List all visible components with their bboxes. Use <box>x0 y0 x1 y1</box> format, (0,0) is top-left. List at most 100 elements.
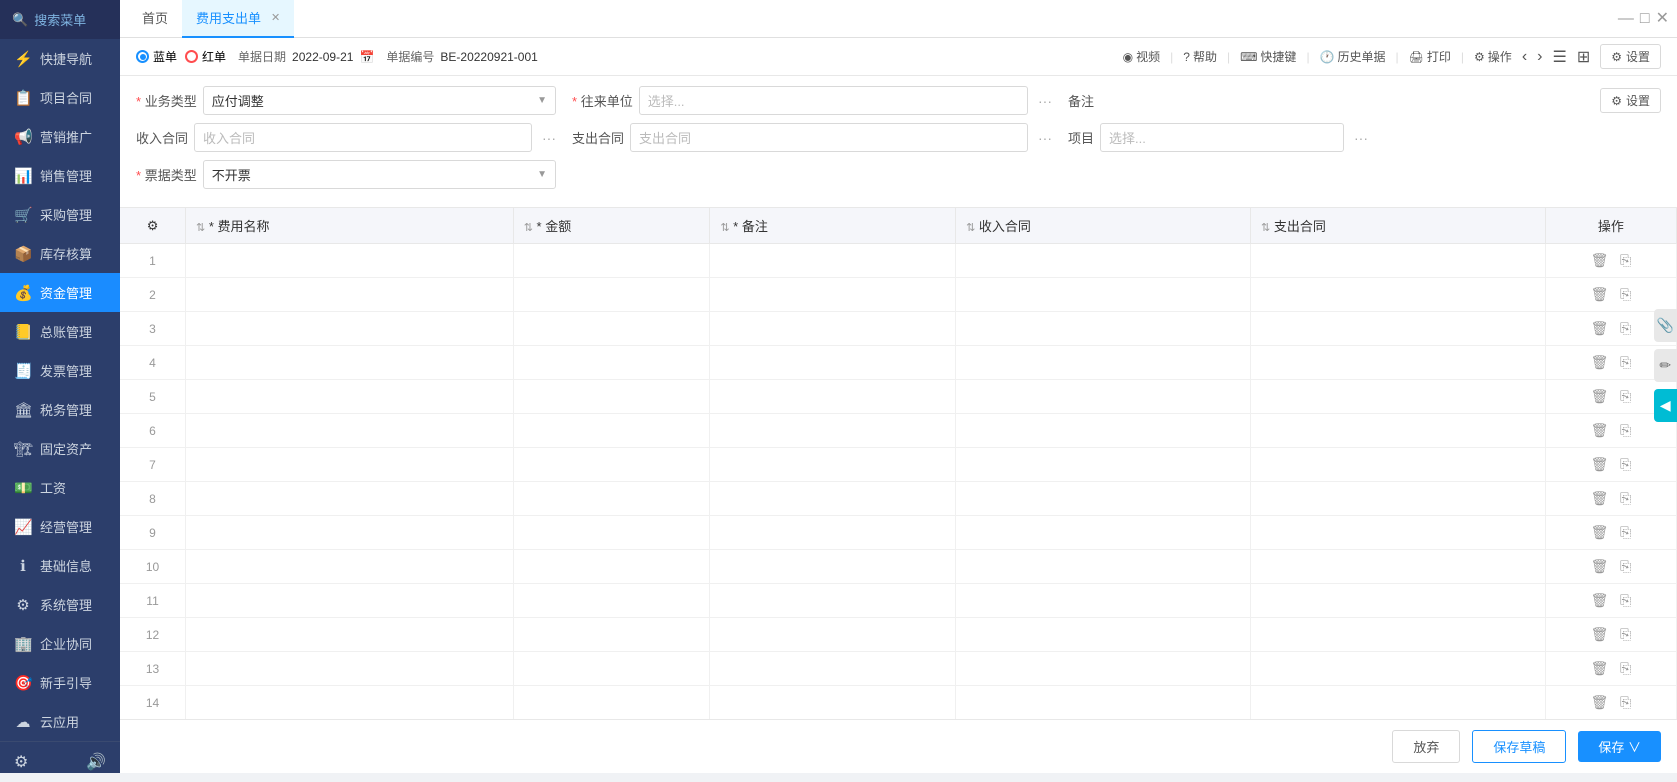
row-income-contract[interactable] <box>956 278 1251 312</box>
sidebar-item-ledger[interactable]: 📒 总账管理 <box>0 312 120 351</box>
sidebar-item-quick-nav[interactable]: ⚡ 快捷导航 <box>0 39 120 78</box>
view-list-btn[interactable]: ☰ <box>1552 47 1566 67</box>
th-note-sort[interactable]: ⇅ <box>720 222 729 234</box>
row-note[interactable] <box>710 380 956 414</box>
tab-close-icon[interactable]: ✕ <box>271 11 280 24</box>
row-note[interactable] <box>710 652 956 686</box>
row-amount[interactable] <box>513 346 710 380</box>
tab-expense-voucher[interactable]: 费用支出单 ✕ <box>182 0 294 38</box>
sidebar-item-payroll[interactable]: 💵 工资 <box>0 468 120 507</box>
sidebar-item-enterprise[interactable]: 🏢 企业协同 <box>0 624 120 663</box>
th-note[interactable]: ⇅ * 备注 <box>710 208 956 244</box>
operation-btn[interactable]: ⚙ 操作 <box>1474 48 1512 65</box>
row-income-contract[interactable] <box>956 244 1251 278</box>
th-income-contract[interactable]: ⇅ 收入合同 <box>956 208 1251 244</box>
row-expense-contract[interactable] <box>1250 244 1545 278</box>
radio-blue[interactable]: 蓝单 <box>136 48 177 65</box>
row-name[interactable] <box>186 380 514 414</box>
row-income-contract[interactable] <box>956 346 1251 380</box>
sidebar-item-basic-info[interactable]: ℹ 基础信息 <box>0 546 120 585</box>
row-expense-contract[interactable] <box>1250 414 1545 448</box>
row-amount[interactable] <box>513 482 710 516</box>
tab-home[interactable]: 首页 <box>128 0 182 38</box>
th-amount[interactable]: ⇅ * 金额 <box>513 208 710 244</box>
row-expense-contract[interactable] <box>1250 380 1545 414</box>
row-name[interactable] <box>186 346 514 380</box>
expense-contract-input[interactable]: 支出合同 <box>630 123 1028 152</box>
row-note[interactable] <box>710 686 956 720</box>
settings-button[interactable]: ⚙ 设置 <box>1600 44 1661 69</box>
row-name[interactable] <box>186 448 514 482</box>
row-delete-btn[interactable]: 🗑 <box>1587 590 1613 611</box>
shortcut-btn[interactable]: ⌨ 快捷键 <box>1240 48 1296 65</box>
rfb-teal[interactable]: ◀ <box>1654 389 1677 422</box>
row-delete-btn[interactable]: 🗑 <box>1587 386 1613 407</box>
business-type-input[interactable]: 应付调整 ▼ <box>203 86 556 115</box>
row-copy-btn[interactable]: ⎘ <box>1616 352 1635 373</box>
th-expense-contract[interactable]: ⇅ 支出合同 <box>1250 208 1545 244</box>
row-amount[interactable] <box>513 686 710 720</box>
row-copy-btn[interactable]: ⎘ <box>1616 284 1635 305</box>
sidebar-item-purchase[interactable]: 🛒 采购管理 <box>0 195 120 234</box>
row-income-contract[interactable] <box>956 618 1251 652</box>
view-grid-btn[interactable]: ⊞ <box>1577 47 1590 67</box>
sidebar-item-cloud[interactable]: ☁ 云应用 <box>0 702 120 741</box>
row-copy-btn[interactable]: ⎘ <box>1616 522 1635 543</box>
row-note[interactable] <box>710 312 956 346</box>
counterpart-more-icon[interactable]: ··· <box>1038 93 1052 109</box>
row-delete-btn[interactable]: 🗑 <box>1587 488 1613 509</box>
sidebar-item-new-guide[interactable]: 🎯 新手引导 <box>0 663 120 702</box>
row-delete-btn[interactable]: 🗑 <box>1587 658 1613 679</box>
project-more-icon[interactable]: ··· <box>1354 130 1368 146</box>
row-copy-btn[interactable]: ⎘ <box>1616 420 1635 441</box>
sidebar-search[interactable]: 🔍 搜索菜单 <box>0 0 120 39</box>
invoice-type-input[interactable]: 不开票 ▼ <box>203 160 556 189</box>
row-name[interactable] <box>186 584 514 618</box>
row-note[interactable] <box>710 414 956 448</box>
row-name[interactable] <box>186 482 514 516</box>
row-amount[interactable] <box>513 244 710 278</box>
sidebar-item-inventory[interactable]: 📦 库存核算 <box>0 234 120 273</box>
row-income-contract[interactable] <box>956 652 1251 686</box>
save-button[interactable]: 保存 ∨ <box>1578 731 1661 762</box>
rfb-edit[interactable]: ✏ <box>1654 349 1677 382</box>
sidebar-item-project-contract[interactable]: 📋 项目合同 <box>0 78 120 117</box>
row-amount[interactable] <box>513 652 710 686</box>
expense-contract-more-icon[interactable]: ··· <box>1038 130 1052 146</box>
row-name[interactable] <box>186 244 514 278</box>
row-copy-btn[interactable]: ⎘ <box>1616 658 1635 679</box>
calendar-icon[interactable]: 📅 <box>359 50 374 64</box>
th-name[interactable]: ⇅ * 费用名称 <box>186 208 514 244</box>
income-contract-input[interactable]: 收入合同 <box>194 123 532 152</box>
row-name[interactable] <box>186 618 514 652</box>
row-expense-contract[interactable] <box>1250 346 1545 380</box>
row-income-contract[interactable] <box>956 516 1251 550</box>
row-delete-btn[interactable]: 🗑 <box>1587 420 1613 441</box>
row-note[interactable] <box>710 244 956 278</box>
row-expense-contract[interactable] <box>1250 516 1545 550</box>
row-name[interactable] <box>186 686 514 720</box>
row-amount[interactable] <box>513 278 710 312</box>
row-amount[interactable] <box>513 550 710 584</box>
date-value[interactable]: 2022-09-21 <box>292 50 353 64</box>
row-delete-btn[interactable]: 🗑 <box>1587 318 1613 339</box>
row-income-contract[interactable] <box>956 482 1251 516</box>
row-income-contract[interactable] <box>956 686 1251 720</box>
row-copy-btn[interactable]: ⎘ <box>1616 692 1635 713</box>
row-income-contract[interactable] <box>956 312 1251 346</box>
nav-left-btn[interactable]: ‹ <box>1522 48 1527 66</box>
window-minimize[interactable]: — <box>1618 11 1634 27</box>
row-amount[interactable] <box>513 312 710 346</box>
row-income-contract[interactable] <box>956 414 1251 448</box>
project-input[interactable]: 选择... <box>1100 123 1344 152</box>
row-delete-btn[interactable]: 🗑 <box>1587 352 1613 373</box>
row-delete-btn[interactable]: 🗑 <box>1587 250 1613 271</box>
sidebar-item-sys[interactable]: ⚙ 系统管理 <box>0 585 120 624</box>
row-amount[interactable] <box>513 618 710 652</box>
print-btn[interactable]: 🖨 打印 <box>1409 48 1451 65</box>
income-contract-more-icon[interactable]: ··· <box>542 130 556 146</box>
row-note[interactable] <box>710 346 956 380</box>
row-expense-contract[interactable] <box>1250 278 1545 312</box>
row-income-contract[interactable] <box>956 550 1251 584</box>
row-copy-btn[interactable]: ⎘ <box>1616 488 1635 509</box>
